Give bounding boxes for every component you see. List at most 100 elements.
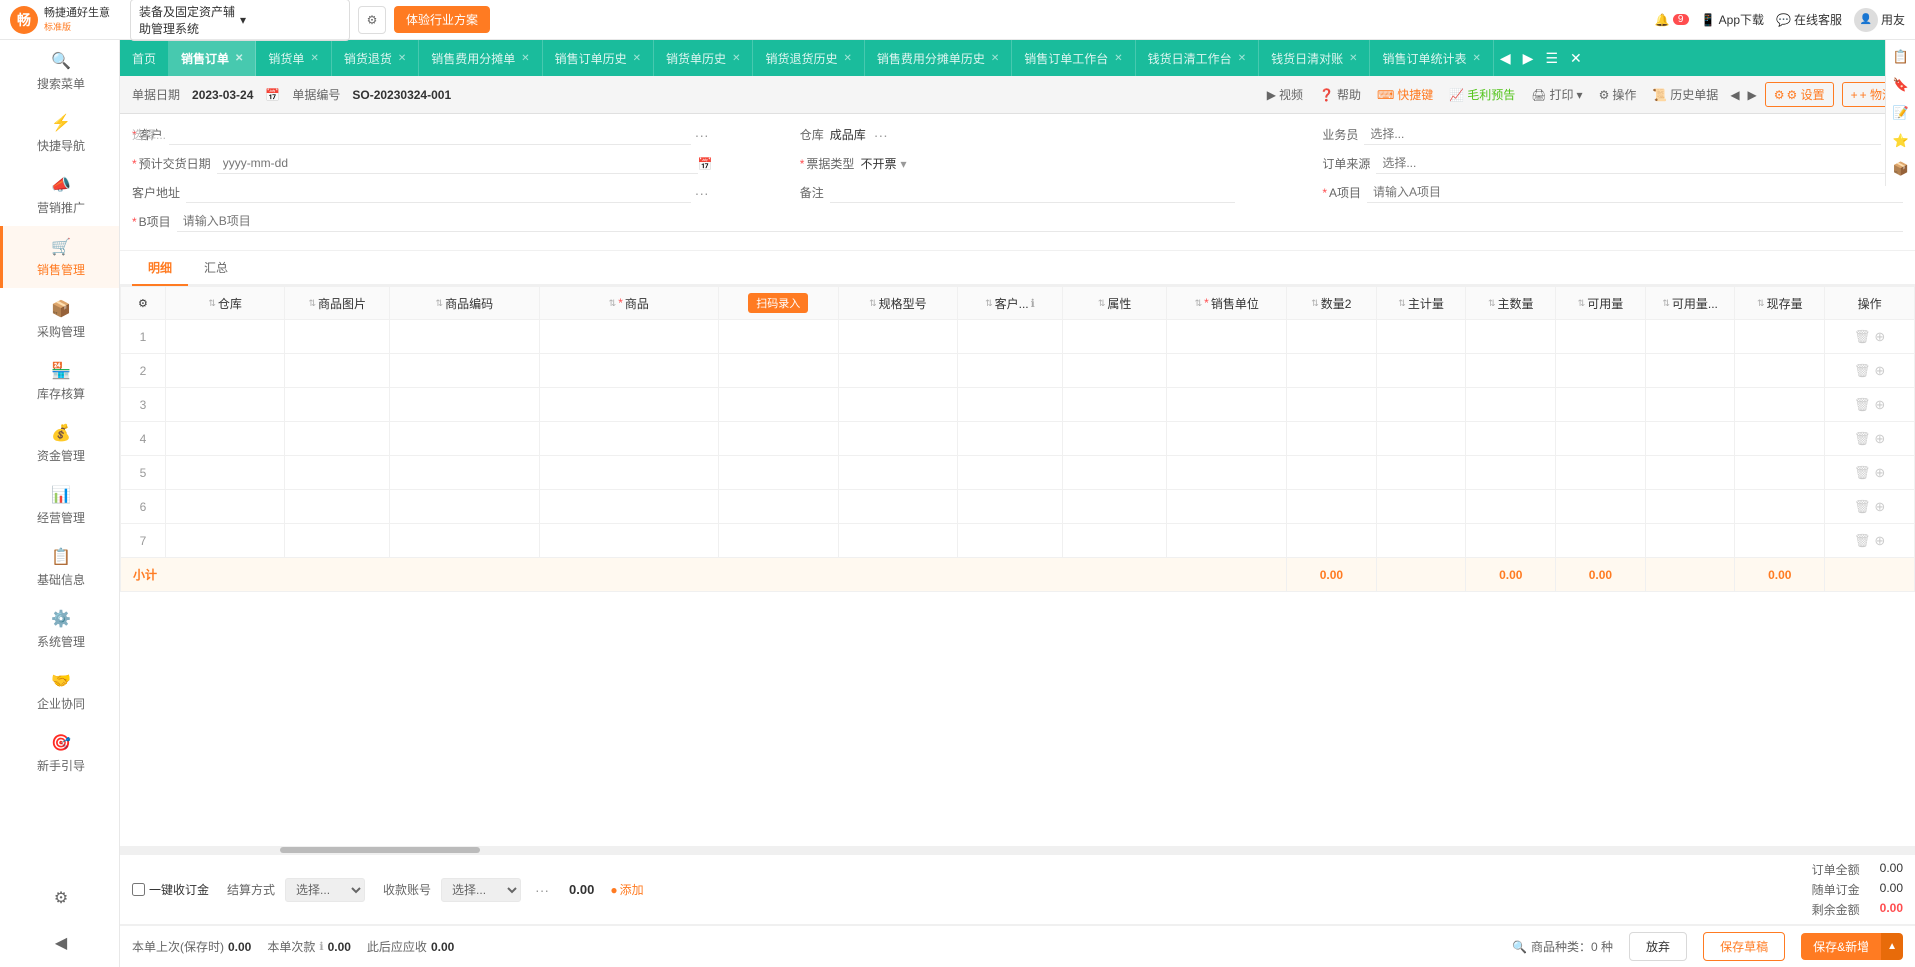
row-qty2-4[interactable] [1287,422,1377,456]
row-main-unit-7[interactable] [1376,524,1466,558]
discard-button[interactable]: 放弃 [1629,932,1687,961]
operation-btn[interactable]: ⚙ 操作 [1595,84,1641,105]
tab-close-all[interactable]: ✕ [1564,40,1588,76]
scan-button[interactable]: 扫码录入 [748,293,808,313]
customer-code-info-icon[interactable]: ℹ [1031,297,1035,310]
copy-row-3[interactable]: ⊕ [1874,397,1885,413]
row-product-2[interactable] [539,354,718,388]
row-available-4[interactable] [1556,422,1646,456]
row-spec-1[interactable] [838,320,958,354]
sidebar-item-guide[interactable]: 🎯 新手引导 [0,722,119,784]
row-available2-5[interactable] [1645,456,1735,490]
th-available[interactable]: ⇅可用量 [1556,287,1646,320]
tab-summary[interactable]: 汇总 [188,251,244,286]
row-available-7[interactable] [1556,524,1646,558]
tab-sales-return[interactable]: 销货单 ✕ [256,40,331,76]
row-warehouse-6[interactable] [165,490,285,524]
row-spec-2[interactable] [838,354,958,388]
row-scan-3[interactable] [718,388,838,422]
row-scan-7[interactable] [718,524,838,558]
tab-sales-return-history-close[interactable]: ✕ [732,53,740,64]
tab-sales-refund-history-close[interactable]: ✕ [843,53,851,64]
warehouse-more-btn[interactable]: ··· [870,127,892,143]
tab-cash-daily-reconcile-close[interactable]: ✕ [1349,53,1357,64]
system-selector[interactable]: 装备及固定资产辅助管理系统 ▾ [130,0,350,41]
app-download[interactable]: 📱 App下载 [1701,11,1764,28]
settings-form-btn[interactable]: ⚙ ⚙ 设置 [1765,82,1834,107]
row-spec-3[interactable] [838,388,958,422]
row-warehouse-4[interactable] [165,422,285,456]
sidebar-settings[interactable]: ⚙ [0,877,119,922]
note-input[interactable] [830,182,1235,203]
th-customer-code[interactable]: ⇅客户...ℹ [958,287,1063,320]
row-customer-code-2[interactable] [958,354,1063,388]
help-btn[interactable]: ❓ 帮助 [1315,84,1365,105]
th-main-unit[interactable]: ⇅主计量 [1376,287,1466,320]
tab-sales-refund-close[interactable]: ✕ [398,53,406,64]
save-draft-button[interactable]: 保存草稿 [1703,932,1785,961]
tab-sales-order-history-close[interactable]: ✕ [633,53,641,64]
row-spec-4[interactable] [838,422,958,456]
row-main-qty-2[interactable] [1466,354,1556,388]
row-spec-6[interactable] [838,490,958,524]
sidebar-item-finance[interactable]: 💰 资金管理 [0,412,119,474]
row-sales-unit-3[interactable] [1167,388,1287,422]
tab-cash-daily-workbench-close[interactable]: ✕ [1238,53,1246,64]
project-b-input[interactable] [177,211,1903,232]
sidebar-item-marketing[interactable]: 📣 营销推广 [0,164,119,226]
row-customer-code-3[interactable] [958,388,1063,422]
tab-sales-fee[interactable]: 销售费用分摊单 ✕ [419,40,542,76]
row-main-unit-6[interactable] [1376,490,1466,524]
row-sales-unit-1[interactable] [1167,320,1287,354]
row-warehouse-7[interactable] [165,524,285,558]
row-available2-3[interactable] [1645,388,1735,422]
row-main-qty-1[interactable] [1466,320,1556,354]
right-panel-icon-2[interactable]: 🔖 [1888,72,1914,98]
sidebar-item-basic[interactable]: 📋 基础信息 [0,536,119,598]
tab-sales-order-workbench[interactable]: 销售订单工作台 ✕ [1012,40,1135,76]
row-available2-7[interactable] [1645,524,1735,558]
tab-sales-return-close[interactable]: ✕ [310,53,318,64]
tab-cash-daily-workbench[interactable]: 钱货日清工作台 ✕ [1136,40,1259,76]
row-attribute-1[interactable] [1062,320,1167,354]
delivery-input[interactable] [217,153,698,174]
right-panel-icon-4[interactable]: ⭐ [1888,128,1914,154]
sidebar-collapse[interactable]: ◀ [0,922,119,967]
address-more-btn[interactable]: ··· [691,185,713,201]
row-available2-6[interactable] [1645,490,1735,524]
right-panel-icon-1[interactable]: 📋 [1888,44,1914,70]
row-scan-5[interactable] [718,456,838,490]
th-code[interactable]: ⇅商品编码 [390,287,540,320]
row-sales-unit-4[interactable] [1167,422,1287,456]
row-main-unit-3[interactable] [1376,388,1466,422]
row-attribute-2[interactable] [1062,354,1167,388]
row-stock-5[interactable] [1735,456,1825,490]
nav-prev-btn[interactable]: ◀ [1730,88,1739,102]
tab-sales-fee-close[interactable]: ✕ [521,53,529,64]
row-code-5[interactable] [390,456,540,490]
row-product-1[interactable] [539,320,718,354]
row-stock-2[interactable] [1735,354,1825,388]
scroll-bar[interactable] [120,846,1915,854]
tab-next[interactable]: ▶ [1517,40,1540,76]
row-qty2-6[interactable] [1287,490,1377,524]
print-btn[interactable]: 🖨 打印 ▾ [1527,84,1586,105]
row-stock-4[interactable] [1735,422,1825,456]
row-main-unit-2[interactable] [1376,354,1466,388]
row-available2-1[interactable] [1645,320,1735,354]
row-attribute-6[interactable] [1062,490,1167,524]
delete-row-6[interactable]: 🗑 [1854,499,1871,515]
tab-more[interactable]: ☰ [1539,40,1564,76]
row-main-qty-7[interactable] [1466,524,1556,558]
row-scan-6[interactable] [718,490,838,524]
row-code-4[interactable] [390,422,540,456]
project-a-input[interactable] [1367,182,1903,203]
sidebar-item-enterprise[interactable]: 🤝 企业协同 [0,660,119,722]
shortcut-btn[interactable]: ⌨ 快捷键 [1373,84,1437,105]
row-main-qty-6[interactable] [1466,490,1556,524]
one-click-checkbox[interactable] [132,883,145,896]
row-available-3[interactable] [1556,388,1646,422]
save-new-button[interactable]: 保存&新增 [1801,933,1881,960]
th-qty2[interactable]: ⇅数量2 [1287,287,1377,320]
th-available2[interactable]: ⇅可用量... [1645,287,1735,320]
